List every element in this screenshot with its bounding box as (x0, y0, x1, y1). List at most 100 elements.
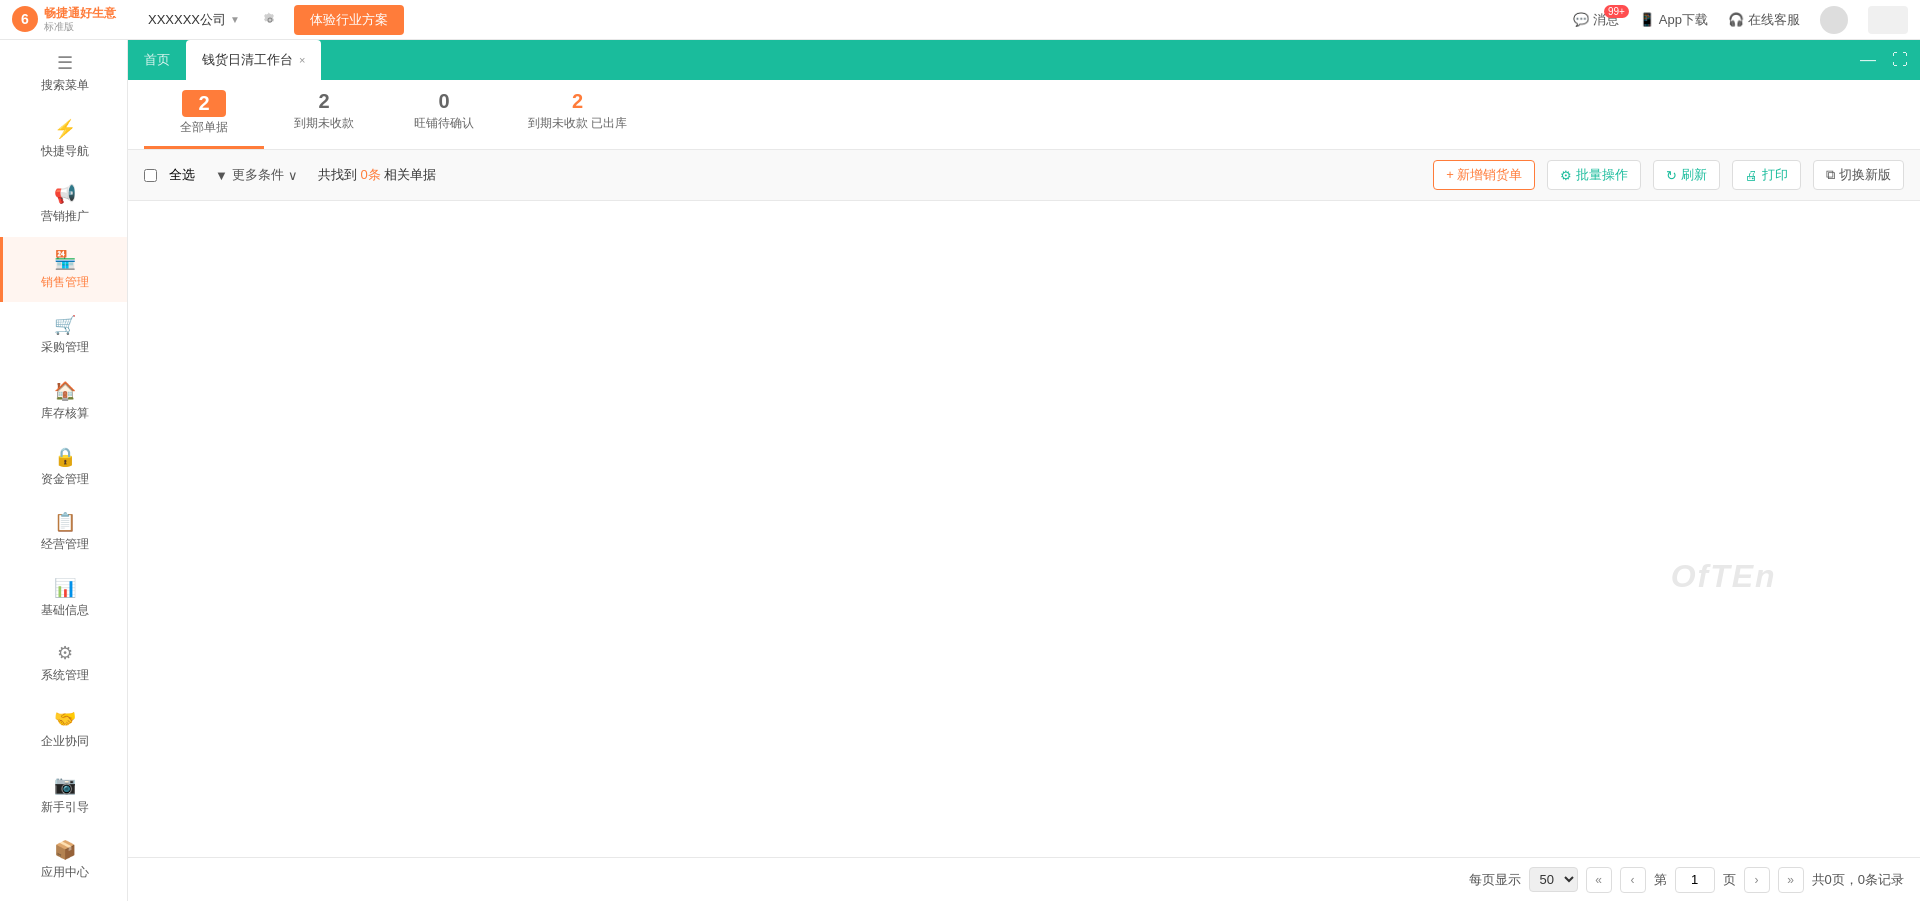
top-header: 6 畅捷通好生意 标准版 XXXXXX公司 ▼ 体验行业方案 💬 消息 99+ … (0, 0, 1920, 40)
stat-count-all: 2 (182, 90, 225, 117)
first-page-button[interactable]: « (1586, 867, 1612, 893)
stat-tab-overdue[interactable]: 2 到期未收款 (264, 80, 384, 149)
tab-minimize-button[interactable]: — (1856, 47, 1880, 73)
stat-tab-wangpu[interactable]: 0 旺铺待确认 (384, 80, 504, 149)
per-page-select[interactable]: 50 (1529, 867, 1578, 892)
toolbar: 全选 ▼ 更多条件 ∨ 共找到 0条 相关单据 + 新增销货单 (128, 150, 1920, 201)
settings-button[interactable] (256, 6, 284, 34)
stat-count-wangpu: 0 (438, 90, 449, 113)
last-page-button[interactable]: » (1778, 867, 1804, 893)
online-service-button[interactable]: 🎧 在线客服 (1728, 11, 1800, 29)
tab-home-label: 首页 (144, 51, 170, 69)
stat-label-overdue-out: 到期未收款 已出库 (528, 115, 627, 132)
online-service-icon: 🎧 (1728, 12, 1744, 27)
tab-bar-right: — ⛶ (1856, 47, 1920, 73)
switch-label: 切换新版 (1839, 167, 1891, 182)
purchase-icon: 🛒 (54, 314, 76, 336)
gear-icon (262, 12, 278, 28)
found-count-value: 0条 (361, 167, 381, 182)
pagination-bar: 每页显示 50 « ‹ 第 页 › » 共0页，0条记录 (128, 857, 1920, 901)
sidebar-item-label-guide: 新手引导 (41, 800, 89, 816)
next-page-button[interactable]: › (1744, 867, 1770, 893)
sidebar-item-wechat[interactable]: 💬 企业微信 (0, 893, 127, 901)
sidebar-item-label-operation: 经营管理 (41, 537, 89, 553)
stat-label-wangpu: 旺铺待确认 (414, 115, 474, 132)
sidebar-item-system[interactable]: ⚙ 系统管理 (0, 630, 127, 696)
sidebar-item-search-menu[interactable]: ☰ 搜索菜单 (0, 40, 127, 106)
guide-icon: 📷 (54, 774, 76, 796)
sidebar-item-basic-info[interactable]: 📊 基础信息 (0, 565, 127, 631)
switch-version-button[interactable]: ⧉ 切换新版 (1813, 160, 1904, 190)
total-info: 共0页，0条记录 (1812, 871, 1904, 889)
stat-tab-overdue-out[interactable]: 2 到期未收款 已出库 (504, 80, 651, 149)
sidebar-item-guide[interactable]: 📷 新手引导 (0, 762, 127, 828)
trial-button[interactable]: 体验行业方案 (294, 5, 404, 35)
often-watermark: OfTEn (128, 201, 1920, 857)
message-button[interactable]: 💬 消息 99+ (1573, 11, 1619, 29)
company-selector[interactable]: XXXXXX公司 ▼ (140, 7, 248, 33)
add-order-button[interactable]: + 新增销货单 (1433, 160, 1535, 190)
print-label: 打印 (1762, 166, 1788, 184)
stat-tab-all[interactable]: 2 全部单据 (144, 80, 264, 149)
sidebar-item-marketing[interactable]: 📢 营销推广 (0, 171, 127, 237)
sidebar-item-label-app-center: 应用中心 (41, 865, 89, 881)
sidebar-item-inventory[interactable]: 🏠 库存核算 (0, 368, 127, 434)
switch-icon: ⧉ (1826, 167, 1835, 182)
per-page-label: 每页显示 (1469, 871, 1521, 889)
sidebar-item-finance[interactable]: 🔒 资金管理 (0, 434, 127, 500)
sidebar-item-cooperation[interactable]: 🤝 企业协同 (0, 696, 127, 762)
company-name: XXXXXX公司 (148, 11, 226, 29)
stat-count-overdue: 2 (318, 90, 329, 113)
toolbar-left: 全选 ▼ 更多条件 ∨ 共找到 0条 相关单据 (144, 162, 1421, 188)
inventory-icon: 🏠 (54, 380, 76, 402)
tab-expand-button[interactable]: ⛶ (1888, 47, 1912, 73)
refresh-button[interactable]: ↻ 刷新 (1653, 160, 1720, 190)
filter-label: 更多条件 (232, 166, 284, 184)
sidebar-item-sales[interactable]: 🏪 销售管理 (0, 237, 127, 303)
select-all-checkbox[interactable] (144, 169, 157, 182)
sidebar-item-label-basic-info: 基础信息 (41, 603, 89, 619)
logo-icon: 6 (12, 6, 38, 32)
batch-operation-button[interactable]: ⚙ 批量操作 (1547, 160, 1641, 190)
tab-home[interactable]: 首页 (128, 40, 186, 80)
sidebar-item-purchase[interactable]: 🛒 采购管理 (0, 302, 127, 368)
app-download-button[interactable]: 📱 App下载 (1639, 11, 1708, 29)
tab-bar: 首页 钱货日清工作台 × — ⛶ (128, 40, 1920, 80)
user-name-area[interactable] (1868, 6, 1908, 34)
stat-label-overdue: 到期未收款 (294, 115, 354, 132)
print-button[interactable]: 🖨 打印 (1732, 160, 1801, 190)
batch-label: 批量操作 (1576, 166, 1628, 184)
refresh-icon: ↻ (1666, 168, 1677, 183)
prev-page-button[interactable]: ‹ (1620, 867, 1646, 893)
sidebar-item-label-finance: 资金管理 (41, 472, 89, 488)
page-label: 第 (1654, 871, 1667, 889)
content-area: 2 全部单据 2 到期未收款 0 旺铺待确认 2 到期未收款 已出库 (128, 80, 1920, 901)
page-number-input[interactable] (1675, 867, 1715, 893)
tab-close-icon[interactable]: × (299, 54, 305, 66)
sidebar-item-label-quick-nav: 快捷导航 (41, 144, 89, 160)
tab-active-label: 钱货日清工作台 (202, 51, 293, 69)
sidebar-item-operation[interactable]: 📋 经营管理 (0, 499, 127, 565)
select-all-label: 全选 (169, 166, 195, 184)
user-avatar[interactable] (1820, 6, 1848, 34)
sidebar-item-app-center[interactable]: 📦 应用中心 (0, 827, 127, 893)
sidebar-item-label-cooperation: 企业协同 (41, 734, 89, 750)
stat-label-all: 全部单据 (180, 119, 228, 136)
table-area: OfTEn (128, 201, 1920, 857)
operation-icon: 📋 (54, 511, 76, 533)
tab-active[interactable]: 钱货日清工作台 × (186, 40, 321, 80)
finance-icon: 🔒 (54, 446, 76, 468)
sidebar-item-label-sales: 销售管理 (41, 275, 89, 291)
main-content: 首页 钱货日清工作台 × — ⛶ 2 全部单据 2 到期未收款 (128, 40, 1920, 901)
sidebar: ☰ 搜索菜单 ⚡ 快捷导航 📢 营销推广 🏪 销售管理 🛒 采购管理 🏠 库存核… (0, 40, 128, 901)
print-icon: 🖨 (1745, 168, 1758, 183)
marketing-icon: 📢 (54, 183, 76, 205)
stat-count-overdue-out: 2 (572, 90, 583, 113)
sidebar-item-label-search-menu: 搜索菜单 (41, 78, 89, 94)
sidebar-item-quick-nav[interactable]: ⚡ 快捷导航 (0, 106, 127, 172)
logo-text: 畅捷通好生意 标准版 (44, 6, 116, 32)
app-layout: ☰ 搜索菜单 ⚡ 快捷导航 📢 营销推广 🏪 销售管理 🛒 采购管理 🏠 库存核… (0, 40, 1920, 901)
filter-button[interactable]: ▼ 更多条件 ∨ (207, 162, 306, 188)
logo-main: 畅捷通好生意 (44, 6, 116, 20)
online-service-label: 在线客服 (1748, 11, 1800, 29)
